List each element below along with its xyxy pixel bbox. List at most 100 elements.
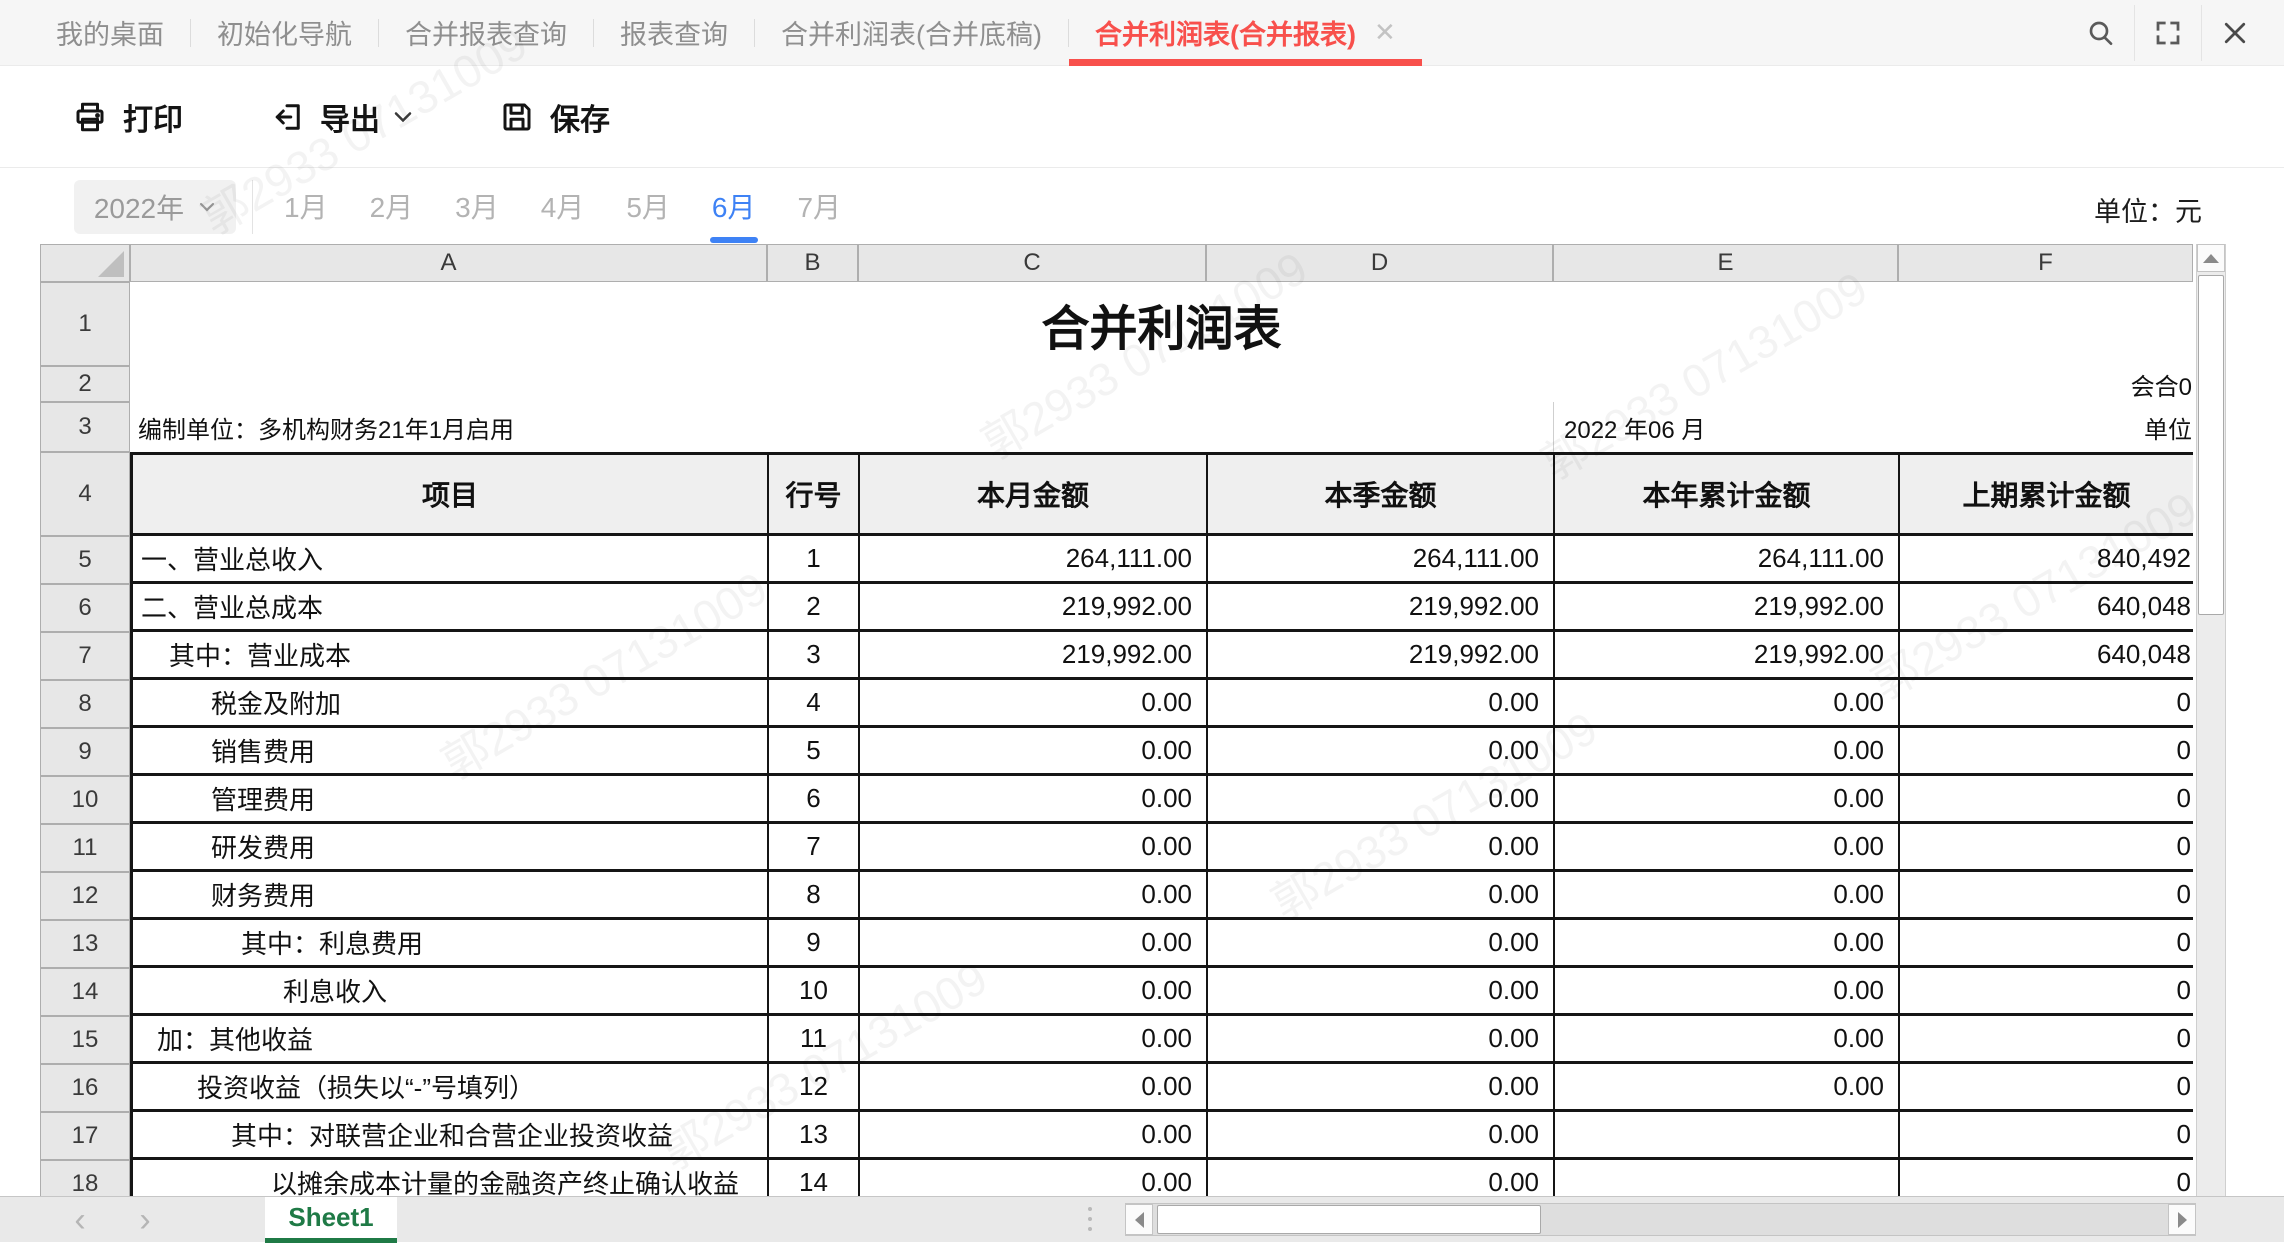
cell-prev-r7[interactable]: 640,048 [1898,632,2193,680]
cell-prev-r9[interactable]: 0 [1898,728,2193,776]
cell-prev-r15[interactable]: 0 [1898,1016,2193,1064]
sheet-tab-sheet1[interactable]: Sheet1 [265,1197,397,1243]
row-header-17[interactable]: 17 [40,1112,130,1160]
cell-line-r6[interactable]: 2 [767,584,858,632]
table-header-cC[interactable]: 本月金额 [858,452,1206,536]
row-header-8[interactable]: 8 [40,680,130,728]
cell-year-r10[interactable]: 0.00 [1553,776,1898,824]
cell-line-r15[interactable]: 11 [767,1016,858,1064]
v-scroll-up-button[interactable] [2197,244,2225,272]
cell-year-r9[interactable]: 0.00 [1553,728,1898,776]
cell-month-r6[interactable]: 219,992.00 [858,584,1206,632]
cell-quarter-r9[interactable]: 0.00 [1206,728,1553,776]
table-header-cF[interactable]: 上期累计金额 [1898,452,2193,536]
report-title-cell[interactable]: 合并利润表 [130,282,2193,366]
cell-item-r15[interactable]: 加：其他收益 [130,1016,767,1064]
cell-month-r13[interactable]: 0.00 [858,920,1206,968]
cell-year-r17[interactable] [1553,1112,1898,1160]
cell-prev-r12[interactable]: 0 [1898,872,2193,920]
cell-quarter-r13[interactable]: 0.00 [1206,920,1553,968]
cell-prev-r16[interactable]: 0 [1898,1064,2193,1112]
select-all-corner[interactable] [40,244,130,282]
row-header-9[interactable]: 9 [40,728,130,776]
search-button[interactable] [2068,0,2134,66]
month-tab-3月[interactable]: 3月 [449,186,505,226]
cell-month-r5[interactable]: 264,111.00 [858,536,1206,584]
cell-quarter-r14[interactable]: 0.00 [1206,968,1553,1016]
fullscreen-button[interactable] [2135,0,2201,66]
cell-item-r18[interactable]: 以摊余成本计量的金融资产终止确认收益 [130,1160,767,1196]
cell-item-r9[interactable]: 销售费用 [130,728,767,776]
cell-line-r7[interactable]: 3 [767,632,858,680]
cell-item-r12[interactable]: 财务费用 [130,872,767,920]
sheet-prev-button[interactable]: ‹ [60,1197,100,1243]
cell-year-r5[interactable]: 264,111.00 [1553,536,1898,584]
cell-year-r18[interactable] [1553,1160,1898,1196]
unit-cell[interactable]: 单位 [1898,402,2193,452]
row-header-2[interactable]: 2 [40,366,130,402]
cell-prev-r14[interactable]: 0 [1898,968,2193,1016]
month-tab-6月[interactable]: 6月 [706,186,762,243]
cell-line-r9[interactable]: 5 [767,728,858,776]
h-scroll-left-button[interactable] [1125,1204,1153,1235]
tab-合并报表查询[interactable]: 合并报表查询 [379,0,593,66]
cell-year-r12[interactable]: 0.00 [1553,872,1898,920]
row-header-5[interactable]: 5 [40,536,130,584]
cell-year-r13[interactable]: 0.00 [1553,920,1898,968]
table-header-cB[interactable]: 行号 [767,452,858,536]
cell-month-r11[interactable]: 0.00 [858,824,1206,872]
cell-year-r7[interactable]: 219,992.00 [1553,632,1898,680]
row-header-4[interactable]: 4 [40,452,130,536]
tab-合并利润表(合并报表)[interactable]: 合并利润表(合并报表) ✕ [1068,0,1422,66]
cell-line-r8[interactable]: 4 [767,680,858,728]
prepared-by-cell[interactable]: 编制单位：多机构财务21年1月启用 [130,402,1553,452]
column-header-F[interactable]: F [1898,244,2193,282]
cell-year-r11[interactable]: 0.00 [1553,824,1898,872]
row-header-16[interactable]: 16 [40,1064,130,1112]
export-button[interactable]: 导出 [269,95,413,139]
cell-quarter-r8[interactable]: 0.00 [1206,680,1553,728]
cell-prev-r17[interactable]: 0 [1898,1112,2193,1160]
row-header-7[interactable]: 7 [40,632,130,680]
tab-我的桌面[interactable]: 我的桌面 [30,0,190,66]
cell-month-r10[interactable]: 0.00 [858,776,1206,824]
column-header-B[interactable]: B [767,244,858,282]
cell-line-r13[interactable]: 9 [767,920,858,968]
sheet-next-button[interactable]: › [125,1197,165,1243]
cell-line-r17[interactable]: 13 [767,1112,858,1160]
cell-line-r10[interactable]: 6 [767,776,858,824]
row-header-10[interactable]: 10 [40,776,130,824]
column-header-D[interactable]: D [1206,244,1553,282]
cell-quarter-r12[interactable]: 0.00 [1206,872,1553,920]
doc-code-cell[interactable]: 会合0 [130,366,2193,402]
row-header-11[interactable]: 11 [40,824,130,872]
cell-line-r18[interactable]: 14 [767,1160,858,1196]
cell-item-r7[interactable]: 其中：营业成本 [130,632,767,680]
cell-month-r7[interactable]: 219,992.00 [858,632,1206,680]
cell-month-r18[interactable]: 0.00 [858,1160,1206,1196]
cell-month-r15[interactable]: 0.00 [858,1016,1206,1064]
cell-year-r14[interactable]: 0.00 [1553,968,1898,1016]
cell-quarter-r10[interactable]: 0.00 [1206,776,1553,824]
drag-handle-dots[interactable] [1088,1204,1092,1234]
cell-year-r8[interactable]: 0.00 [1553,680,1898,728]
table-header-cE[interactable]: 本年累计金额 [1553,452,1898,536]
cell-month-r9[interactable]: 0.00 [858,728,1206,776]
cell-quarter-r5[interactable]: 264,111.00 [1206,536,1553,584]
cell-prev-r5[interactable]: 840,492 [1898,536,2193,584]
v-scroll-thumb[interactable] [2198,275,2224,615]
period-cell[interactable]: 2022 年06 月 [1553,402,1898,452]
cell-quarter-r6[interactable]: 219,992.00 [1206,584,1553,632]
cell-prev-r18[interactable]: 0 [1898,1160,2193,1196]
cell-quarter-r7[interactable]: 219,992.00 [1206,632,1553,680]
save-button[interactable]: 保存 [499,95,610,139]
year-select[interactable]: 2022年 [74,180,236,234]
month-tab-4月[interactable]: 4月 [535,186,591,226]
cell-line-r14[interactable]: 10 [767,968,858,1016]
month-tab-1月[interactable]: 1月 [278,186,334,226]
cell-line-r16[interactable]: 12 [767,1064,858,1112]
cell-line-r11[interactable]: 7 [767,824,858,872]
cell-item-r13[interactable]: 其中：利息费用 [130,920,767,968]
tab-初始化导航[interactable]: 初始化导航 [191,0,378,66]
v-scrollbar[interactable] [2196,244,2226,1224]
